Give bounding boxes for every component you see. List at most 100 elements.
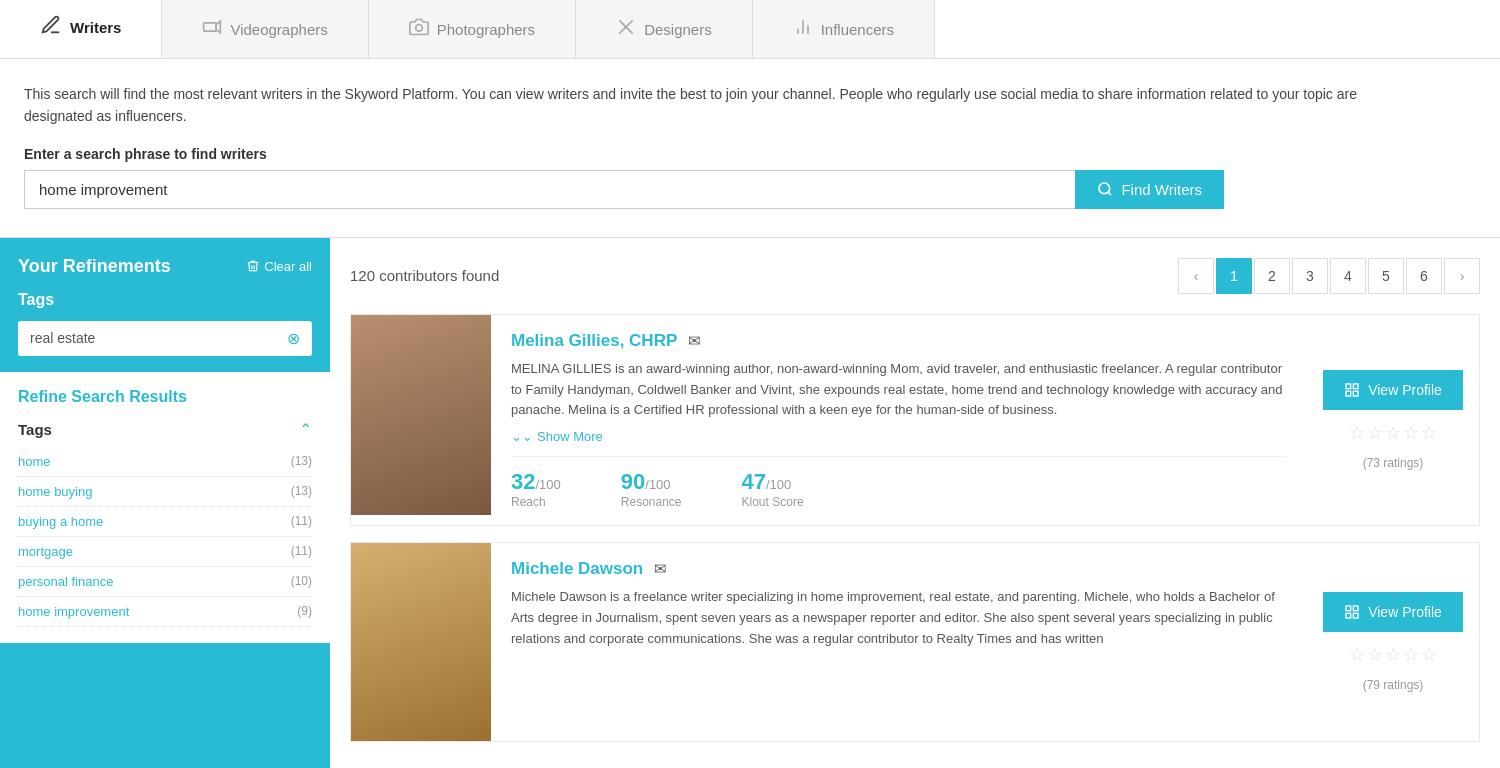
list-item: mortgage (11) [18,537,312,567]
results-area: 120 contributors found ‹ 1 2 3 4 5 6 › M… [330,238,1500,768]
tag-home-improvement-count: (9) [297,604,312,618]
tags-section-label: Tags [18,291,312,309]
list-item: buying a home (11) [18,507,312,537]
stats-row-1: 32/100 Reach 90/100 Resonance 47/100 [511,456,1287,509]
find-writers-label: Find Writers [1121,181,1202,198]
tag-buying-home-count: (11) [291,514,312,528]
view-profile-button-2[interactable]: View Profile [1323,592,1463,632]
results-count: 120 contributors found [350,267,499,284]
view-profile-button-1[interactable]: View Profile [1323,370,1463,410]
influencers-icon [793,17,813,42]
tag-home-improvement-link[interactable]: home improvement [18,604,129,619]
search-description: This search will find the most relevant … [24,83,1424,128]
videographers-icon [202,17,222,42]
top-nav-tabs: Writers Videographers Photographers Desi… [0,0,1500,59]
show-more-1[interactable]: ⌄⌄ Show More [511,429,1287,444]
reach-stat-1: 32/100 Reach [511,469,561,509]
contributor-info-2: Michele Dawson ✉ Michele Dawson is a fre… [491,543,1307,741]
tab-videographers[interactable]: Videographers [162,0,368,58]
tag-list: home (13) home buying (13) buying a home… [18,447,312,627]
search-area: This search will find the most relevant … [0,59,1500,238]
svg-point-5 [1099,183,1110,194]
ratings-count-1: (73 ratings) [1363,456,1424,470]
refine-section: Refine Search Results Tags ⌃ home (13) h… [0,372,330,643]
svg-rect-9 [1346,391,1351,396]
search-row: Find Writers [24,170,1224,209]
list-item: home improvement (9) [18,597,312,627]
clear-all-label: Clear all [264,259,312,274]
tag-buying-home-link[interactable]: buying a home [18,514,103,529]
svg-rect-14 [1353,614,1358,619]
results-header: 120 contributors found ‹ 1 2 3 4 5 6 › [350,258,1480,294]
contributor-bio-1: MELINA GILLIES is an award-winning autho… [511,359,1287,421]
ratings-count-2: (79 ratings) [1363,678,1424,692]
refine-tags-label: Tags [18,421,52,438]
prev-page-button[interactable]: ‹ [1178,258,1214,294]
tag-personal-finance-count: (10) [291,574,312,588]
page-1-button[interactable]: 1 [1216,258,1252,294]
svg-rect-10 [1353,391,1358,396]
tab-photographers[interactable]: Photographers [369,0,576,58]
contributor-bio-2: Michele Dawson is a freelance writer spe… [511,587,1287,649]
refine-title: Refine Search Results [18,388,312,406]
tab-designers[interactable]: Designers [576,0,753,58]
tag-home-count: (13) [291,454,312,468]
contributor-photo-2 [351,543,491,742]
email-icon-1: ✉ [688,332,701,349]
resonance-stat-1: 90/100 Resonance [621,469,682,509]
list-item: personal finance (10) [18,567,312,597]
designers-icon [616,17,636,42]
tab-influencers-label: Influencers [821,21,894,38]
remove-tag-button[interactable]: ⊗ [287,329,300,348]
tag-mortgage-link[interactable]: mortgage [18,544,73,559]
svg-rect-12 [1353,606,1358,611]
svg-rect-7 [1346,384,1351,389]
pagination: ‹ 1 2 3 4 5 6 › [1178,258,1480,294]
email-icon-2: ✉ [654,560,667,577]
page-3-button[interactable]: 3 [1292,258,1328,294]
svg-rect-13 [1346,614,1351,619]
search-label: Enter a search phrase to find writers [24,146,1476,162]
contributor-card-2: Michele Dawson ✉ Michele Dawson is a fre… [350,542,1480,742]
sidebar-title: Your Refinements [18,256,171,277]
tab-videographers-label: Videographers [230,21,327,38]
collapse-tags-button[interactable]: ⌃ [299,420,312,439]
photographers-icon [409,17,429,42]
page-4-button[interactable]: 4 [1330,258,1366,294]
find-writers-button[interactable]: Find Writers [1075,170,1224,209]
tag-home-link[interactable]: home [18,454,51,469]
clear-all-button[interactable]: Clear all [246,259,312,274]
contributor-info-1: Melina Gillies, CHRP ✉ MELINA GILLIES is… [491,315,1307,525]
tab-influencers[interactable]: Influencers [753,0,935,58]
contributor-actions-1: View Profile ☆ ☆ ☆ ☆ ☆ (73 ratings) [1307,315,1479,525]
tag-home-buying-link[interactable]: home buying [18,484,92,499]
contributor-photo-1 [351,315,491,515]
next-page-button[interactable]: › [1444,258,1480,294]
svg-rect-11 [1346,606,1351,611]
tag-mortgage-count: (11) [291,544,312,558]
tag-personal-finance-link[interactable]: personal finance [18,574,113,589]
tag-home-buying-count: (13) [291,484,312,498]
list-item: home (13) [18,447,312,477]
star-rating-1: ☆ ☆ ☆ ☆ ☆ [1349,422,1437,444]
sidebar-header: Your Refinements Clear all [0,238,330,291]
refine-tags-header: Tags ⌃ [18,420,312,439]
sidebar: Your Refinements Clear all Tags real est… [0,238,330,768]
contributor-card-1: Melina Gillies, CHRP ✉ MELINA GILLIES is… [350,314,1480,526]
contributor-name-2: Michele Dawson ✉ [511,559,1287,579]
page-6-button[interactable]: 6 [1406,258,1442,294]
klout-stat-1: 47/100 Klout Score [742,469,804,509]
page-5-button[interactable]: 5 [1368,258,1404,294]
svg-rect-8 [1353,384,1358,389]
active-tags-section: Tags real estate ⊗ [0,291,330,372]
page-2-button[interactable]: 2 [1254,258,1290,294]
contributor-name-1: Melina Gillies, CHRP ✉ [511,331,1287,351]
svg-line-6 [1109,192,1112,195]
tab-writers[interactable]: Writers [0,0,162,58]
tab-photographers-label: Photographers [437,21,535,38]
writers-icon [40,14,62,41]
search-input[interactable] [24,170,1075,209]
svg-point-2 [415,24,422,31]
star-rating-2: ☆ ☆ ☆ ☆ ☆ [1349,644,1437,666]
active-tag-text: real estate [30,330,95,346]
